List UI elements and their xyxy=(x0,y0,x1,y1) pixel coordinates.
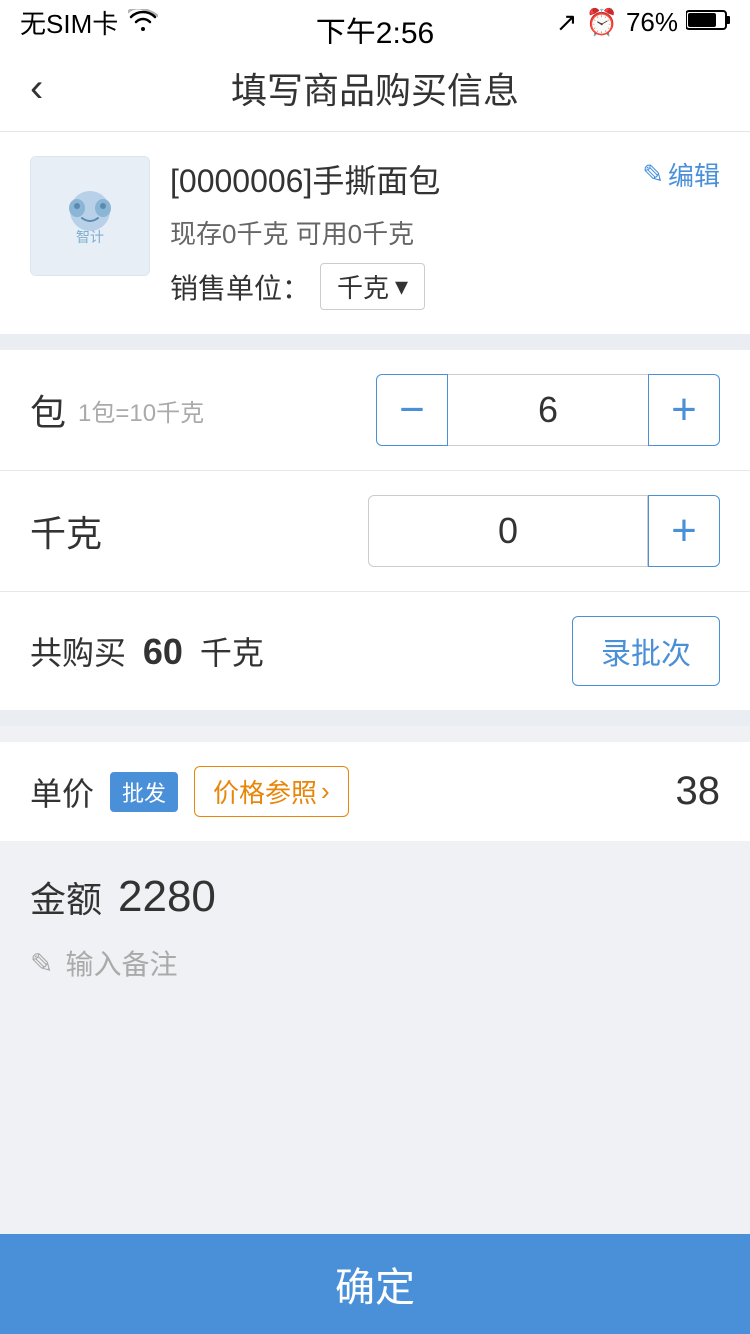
chevron-down-icon: ▾ xyxy=(395,271,408,302)
divider-1 xyxy=(0,334,750,350)
confirm-button[interactable]: 确定 xyxy=(0,1234,750,1334)
bao-row: 包 1包=10千克 − + xyxy=(0,350,750,471)
batch-button[interactable]: 录批次 xyxy=(572,616,720,686)
total-unit: 千克 xyxy=(200,635,264,671)
divider-2 xyxy=(0,710,750,726)
back-button[interactable]: ‹ xyxy=(20,58,53,118)
kg-input[interactable] xyxy=(368,495,648,567)
total-row: 共购买 60 千克 录批次 xyxy=(0,592,750,710)
total-amount: 60 xyxy=(143,631,183,672)
amount-label: 金额 xyxy=(30,871,102,923)
alarm-icon: ⏰ xyxy=(586,7,618,38)
price-value: 38 xyxy=(676,769,721,814)
price-section: 单价 批发 价格参照 › 38 xyxy=(0,742,750,841)
status-bar: 无SIM卡 下午2:56 ↗ ⏰ 76% xyxy=(0,0,750,44)
nav-title: 填写商品购买信息 xyxy=(231,62,519,114)
location-icon: ↗ xyxy=(556,7,578,38)
price-ref-arrow-icon: › xyxy=(321,776,330,807)
note-placeholder: 输入备注 xyxy=(65,943,177,983)
product-unit-row: 销售单位： 千克 ▾ xyxy=(170,263,720,310)
status-bar-right: ↗ ⏰ 76% xyxy=(556,7,730,38)
price-ref-button[interactable]: 价格参照 › xyxy=(194,766,349,817)
product-info: [0000006]手撕面包 ✎ 编辑 现存0千克 可用0千克 销售单位： 千克 … xyxy=(170,156,720,310)
bao-hint: 1包=10千克 xyxy=(78,393,376,428)
amount-row: 金额 2280 xyxy=(30,871,720,923)
kg-plus-button[interactable]: + xyxy=(648,495,720,567)
price-label: 单价 xyxy=(30,769,94,815)
product-name: [0000006]手撕面包 xyxy=(170,156,440,202)
kg-controls: + xyxy=(368,495,720,567)
pencil-icon: ✎ xyxy=(30,947,53,980)
edit-label: 编辑 xyxy=(668,156,720,193)
total-prefix: 共购买 xyxy=(30,635,126,671)
bao-minus-button[interactable]: − xyxy=(376,374,448,446)
unit-select[interactable]: 千克 ▾ xyxy=(320,263,425,310)
bao-input[interactable] xyxy=(448,374,648,446)
amount-section: 金额 2280 ✎ 输入备注 xyxy=(0,841,750,999)
product-card: 智计 [0000006]手撕面包 ✎ 编辑 现存0千克 可用0千克 销售单位： … xyxy=(0,132,750,334)
product-thumbnail: 智计 xyxy=(30,156,150,276)
edit-icon: ✎ xyxy=(642,159,664,190)
unit-value: 千克 xyxy=(337,268,389,305)
unit-label: 销售单位： xyxy=(170,267,310,307)
product-stock: 现存0千克 可用0千克 xyxy=(170,214,720,251)
total-text: 共购买 60 千克 xyxy=(30,628,264,674)
price-row: 单价 批发 价格参照 › 38 xyxy=(0,742,750,841)
edit-button[interactable]: ✎ 编辑 xyxy=(642,156,720,193)
bao-label: 包 xyxy=(30,384,66,436)
bao-plus-button[interactable]: + xyxy=(648,374,720,446)
svg-text:智计: 智计 xyxy=(76,229,104,245)
price-ref-label: 价格参照 xyxy=(213,773,317,810)
note-row[interactable]: ✎ 输入备注 xyxy=(30,943,720,983)
price-tag: 批发 xyxy=(110,772,178,812)
kg-label: 千克 xyxy=(30,505,102,557)
amount-value: 2280 xyxy=(118,872,216,922)
status-bar-left: 无SIM卡 xyxy=(20,4,158,41)
carrier-text: 无SIM卡 xyxy=(20,4,118,41)
input-section: 包 1包=10千克 − + 千克 + xyxy=(0,350,750,592)
kg-row: 千克 + xyxy=(0,471,750,592)
bao-controls: − + xyxy=(376,374,720,446)
battery-icon xyxy=(686,7,730,38)
wifi-icon xyxy=(128,7,158,38)
nav-bar: ‹ 填写商品购买信息 xyxy=(0,44,750,132)
battery-text: 76% xyxy=(626,7,678,38)
